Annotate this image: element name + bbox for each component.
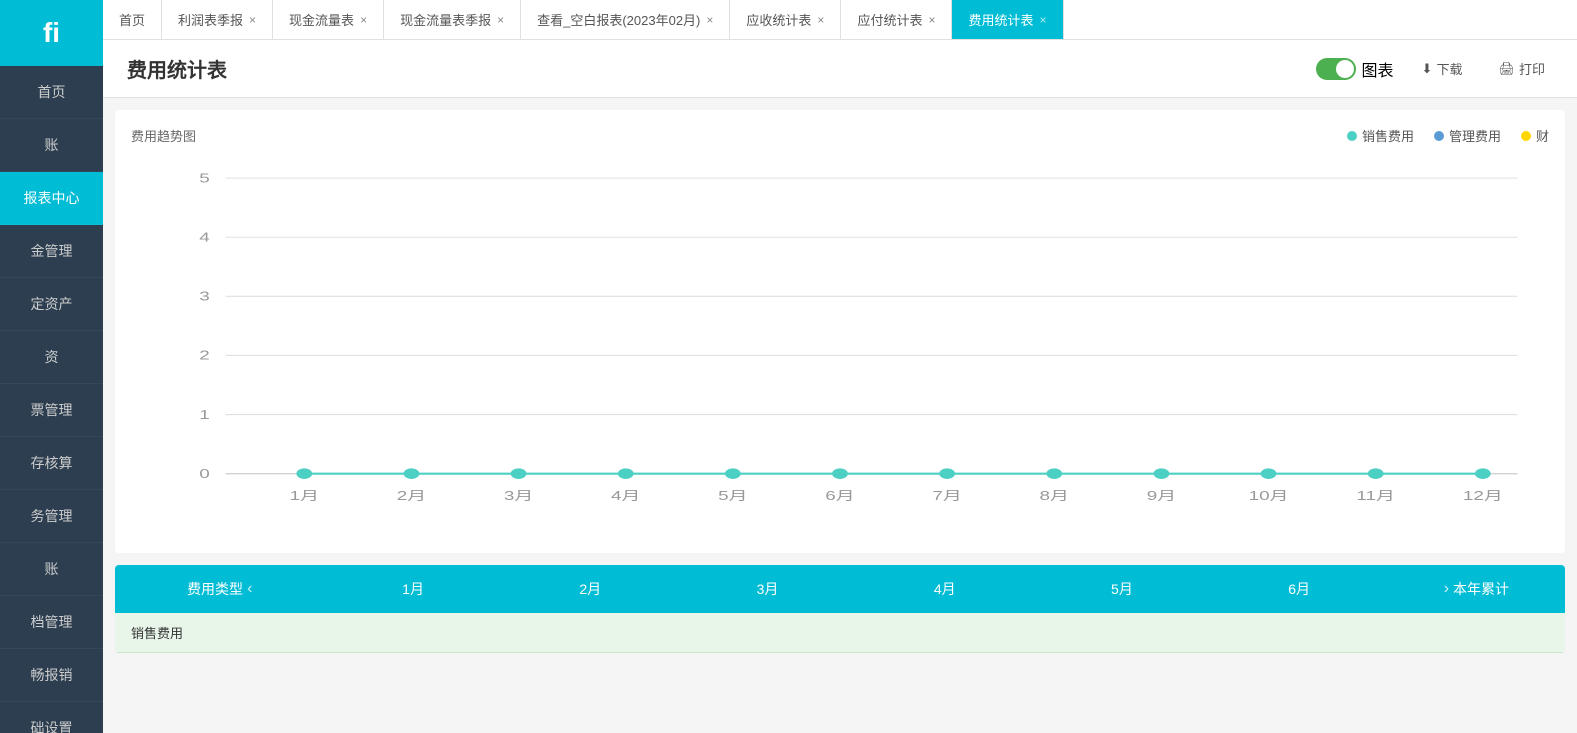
sidebar-item-畅报销[interactable]: 畅报销 (0, 649, 103, 702)
svg-text:1: 1 (199, 408, 210, 422)
tab-应付统计表[interactable]: 应付统计表 × (841, 0, 952, 39)
print-button[interactable]: 🖨 打印 (1490, 55, 1553, 82)
toggle-wrap: 图表 (1316, 57, 1394, 81)
sidebar-item-金管理[interactable]: 金管理 (0, 225, 103, 278)
sidebar-item-资[interactable]: 资 (0, 331, 103, 384)
th-本年累计: ›本年累计 (1388, 579, 1565, 599)
row-type: 销售费用 (115, 623, 331, 642)
tab-close-icon[interactable]: × (360, 13, 367, 27)
chart-title: 费用趋势图 (131, 126, 196, 145)
table-section: 费用类型‹1月2月3月4月5月6月›本年累计 销售费用 (115, 565, 1565, 653)
sidebar-item-首页[interactable]: 首页 (0, 66, 103, 119)
page-title: 费用统计表 (127, 54, 227, 83)
sidebar: fi 首页账报表中心金管理定资产资票管理存核算务管理账档管理畅报销础设置 (0, 0, 103, 733)
sidebar-item-础设置[interactable]: 础设置 (0, 702, 103, 733)
svg-text:0: 0 (199, 467, 210, 481)
chart-header: 费用趋势图 销售费用 管理费用 财 (131, 126, 1549, 145)
tab-close-icon[interactable]: × (1039, 13, 1046, 27)
th-2月: 2月 (502, 579, 679, 599)
sidebar-item-账[interactable]: 账 (0, 543, 103, 596)
chart-legend: 销售费用 管理费用 财 (1347, 126, 1549, 145)
sidebar-item-票管理[interactable]: 票管理 (0, 384, 103, 437)
download-button[interactable]: ⬇ 下载 (1414, 55, 1471, 82)
sidebar-logo: fi (0, 0, 103, 66)
tab-费用统计表[interactable]: 费用统计表 × (952, 0, 1063, 39)
toggle-label: 图表 (1362, 57, 1394, 81)
svg-text:3月: 3月 (504, 489, 533, 503)
th-1月: 1月 (324, 579, 501, 599)
table-data-row: 销售费用 (115, 613, 1565, 653)
th-6月: 6月 (1211, 579, 1388, 599)
svg-text:4: 4 (199, 230, 210, 244)
sidebar-item-存核算[interactable]: 存核算 (0, 437, 103, 490)
svg-text:1月: 1月 (290, 489, 319, 503)
legend-label: 管理费用 (1449, 126, 1501, 145)
tab-label: 现金流量表 (289, 10, 354, 29)
svg-text:8月: 8月 (1040, 489, 1069, 503)
sidebar-item-报表中心[interactable]: 报表中心 (0, 172, 103, 225)
tab-label: 费用统计表 (968, 10, 1033, 29)
legend-item-销售费用: 销售费用 (1347, 126, 1414, 145)
svg-text:2: 2 (199, 349, 210, 363)
svg-text:9月: 9月 (1147, 489, 1176, 503)
th-费用类型: 费用类型‹ (115, 579, 324, 599)
table-header-row: 费用类型‹1月2月3月4月5月6月›本年累计 (115, 565, 1565, 613)
tab-label: 利润表季报 (178, 10, 243, 29)
svg-text:10月: 10月 (1249, 489, 1289, 503)
prev-month-button[interactable]: ‹ (247, 580, 252, 598)
tab-label: 查看_空白报表(2023年02月) (537, 10, 700, 29)
tab-label: 首页 (119, 10, 145, 29)
legend-dot (1347, 131, 1357, 141)
chart-container: 5 4 3 2 1 0 1月 2月 3月 4月 5月 6月 7月 8月 (131, 157, 1549, 537)
svg-text:2月: 2月 (397, 489, 426, 503)
svg-text:6月: 6月 (825, 489, 854, 503)
th-4月: 4月 (856, 579, 1033, 599)
download-icon: ⬇ (1422, 61, 1433, 77)
sidebar-item-档管理[interactable]: 档管理 (0, 596, 103, 649)
tab-利润表季报[interactable]: 利润表季报 × (162, 0, 273, 39)
line-chart: 5 4 3 2 1 0 1月 2月 3月 4月 5月 6月 7月 8月 (131, 157, 1549, 537)
chart-toggle[interactable] (1316, 58, 1356, 80)
legend-label: 财 (1536, 126, 1549, 145)
svg-text:5: 5 (199, 171, 210, 185)
th-5月: 5月 (1033, 579, 1210, 599)
sidebar-item-务管理[interactable]: 务管理 (0, 490, 103, 543)
sidebar-item-定资产[interactable]: 定资产 (0, 278, 103, 331)
page-header: 费用统计表 图表 ⬇ 下载 🖨 打印 (103, 40, 1577, 98)
sidebar-item-账[interactable]: 账 (0, 119, 103, 172)
svg-text:3: 3 (199, 290, 210, 304)
tab-查看_空白报表(2023年02月)[interactable]: 查看_空白报表(2023年02月) × (521, 0, 730, 39)
svg-text:11月: 11月 (1356, 489, 1395, 503)
tab-close-icon[interactable]: × (817, 13, 824, 27)
svg-text:12月: 12月 (1463, 489, 1503, 503)
tab-label: 应付统计表 (857, 10, 922, 29)
sidebar-items: 首页账报表中心金管理定资产资票管理存核算务管理账档管理畅报销础设置 (0, 66, 103, 733)
legend-dot (1434, 131, 1444, 141)
tab-首页[interactable]: 首页 (103, 0, 162, 39)
page-body: 费用统计表 图表 ⬇ 下载 🖨 打印 费用趋势图 (103, 40, 1577, 733)
legend-item-管理费用: 管理费用 (1434, 126, 1501, 145)
print-icon: 🖨 (1498, 61, 1515, 77)
tab-应收统计表[interactable]: 应收统计表 × (730, 0, 841, 39)
th-3月: 3月 (679, 579, 856, 599)
tab-label: 现金流量表季报 (400, 10, 491, 29)
svg-text:5月: 5月 (718, 489, 747, 503)
tab-现金流量表[interactable]: 现金流量表 × (273, 0, 384, 39)
svg-text:4月: 4月 (611, 489, 640, 503)
main-content: 首页 利润表季报 × 现金流量表 × 现金流量表季报 × 查看_空白报表(2023年02月) ×… (103, 0, 1577, 733)
chart-section: 费用趋势图 销售费用 管理费用 财 5 4 3 (115, 110, 1565, 553)
tab-label: 应收统计表 (746, 10, 811, 29)
legend-dot (1521, 131, 1531, 141)
header-actions: 图表 ⬇ 下载 🖨 打印 (1316, 55, 1553, 82)
legend-label: 销售费用 (1362, 126, 1414, 145)
svg-text:7月: 7月 (932, 489, 961, 503)
legend-item-财: 财 (1521, 126, 1549, 145)
tab-bar: 首页 利润表季报 × 现金流量表 × 现金流量表季报 × 查看_空白报表(2023年02月) ×… (103, 0, 1577, 40)
tab-close-icon[interactable]: × (706, 13, 713, 27)
tab-现金流量表季报[interactable]: 现金流量表季报 × (384, 0, 521, 39)
next-month-button[interactable]: › (1444, 580, 1449, 598)
tab-close-icon[interactable]: × (497, 13, 504, 27)
tab-close-icon[interactable]: × (928, 13, 935, 27)
tab-close-icon[interactable]: × (249, 13, 256, 27)
